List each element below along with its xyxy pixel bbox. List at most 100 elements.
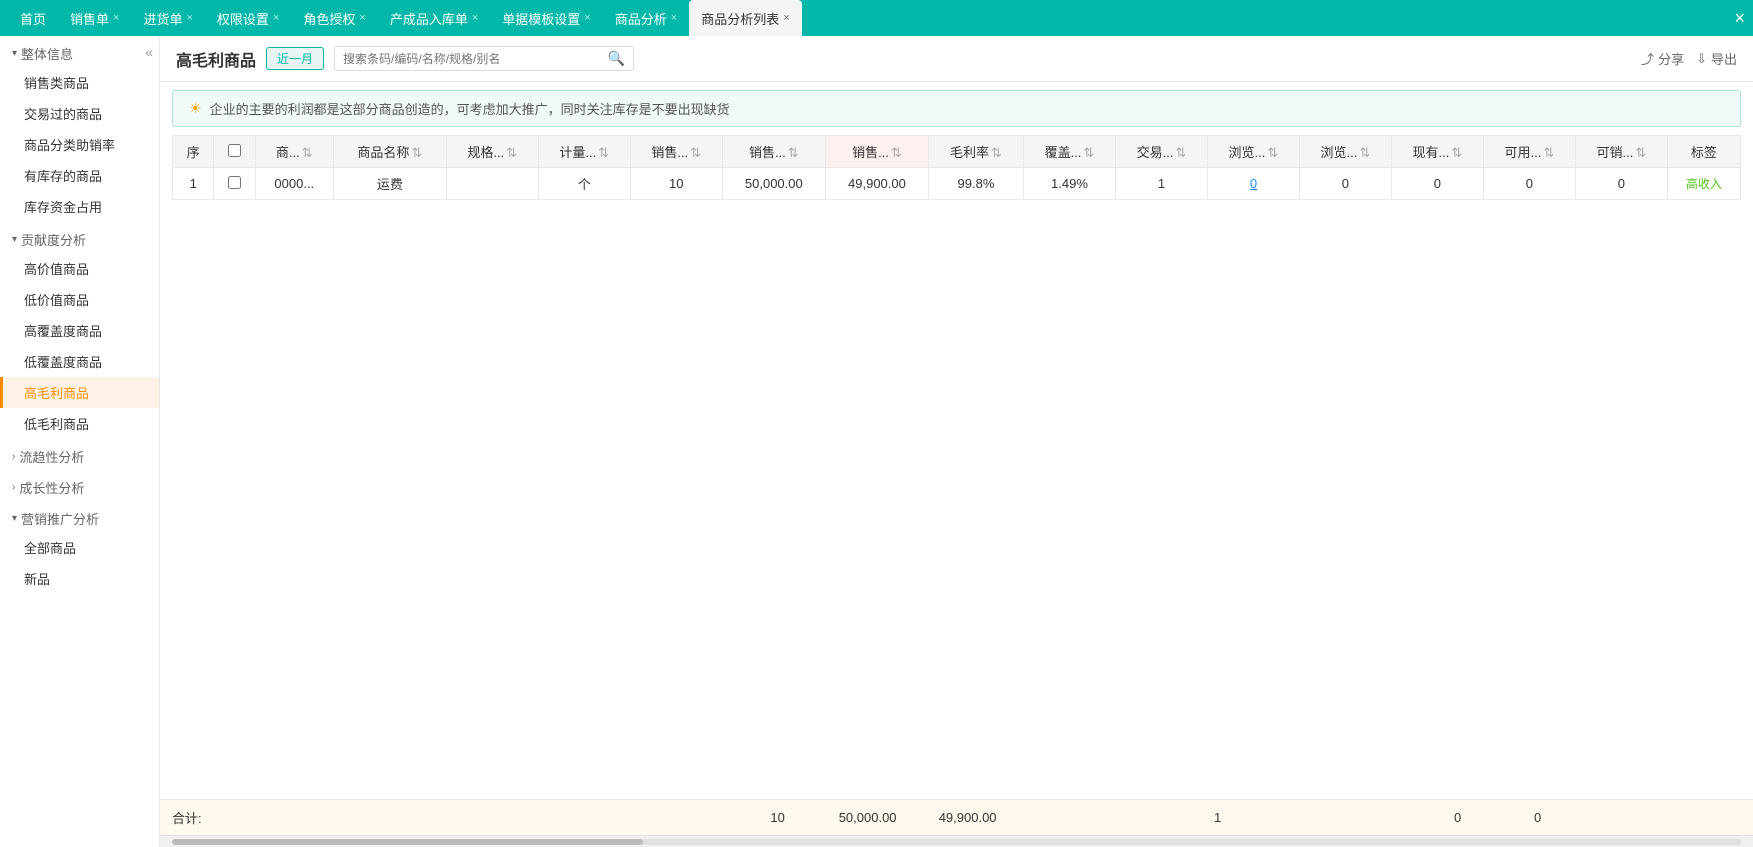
sidebar-item-category-rate[interactable]: 商品分类助销率: [0, 129, 159, 160]
sidebar-item-new-goods[interactable]: 新品: [0, 563, 159, 594]
sidebar-item-high-coverage[interactable]: 高覆盖度商品: [0, 315, 159, 346]
sidebar-group-trend[interactable]: › 流趋性分析: [0, 439, 159, 470]
nav-permission-settings-close[interactable]: ×: [273, 12, 279, 24]
sort-coverage-icon: ⇅: [1083, 145, 1094, 160]
sidebar-collapse-icon[interactable]: «: [145, 44, 153, 60]
col-browse1[interactable]: 浏览...⇅: [1207, 136, 1299, 168]
nav-purchase-order[interactable]: 进货单 ×: [131, 0, 204, 36]
col-sales-profit[interactable]: 销售...⇅: [825, 136, 928, 168]
footer-saleable-stock: 0: [1498, 810, 1578, 825]
sidebar-group-overall-arrow: ▾: [12, 48, 17, 59]
sidebar-group-contribution[interactable]: ▾ 贡献度分析: [0, 222, 159, 253]
sidebar-item-high-value[interactable]: 高价值商品: [0, 253, 159, 284]
col-code[interactable]: 商...⇅: [255, 136, 333, 168]
sort-current-stock-icon: ⇅: [1451, 145, 1462, 160]
cell-transaction: 1: [1115, 168, 1207, 200]
col-spec[interactable]: 规格...⇅: [446, 136, 538, 168]
data-table: 序 商...⇅ 商品名称⇅ 规格...⇅ 计量...⇅ 销售...⇅ 销售...…: [172, 135, 1741, 200]
col-current-stock[interactable]: 现有...⇅: [1391, 136, 1483, 168]
nav-product-inbound-close[interactable]: ×: [472, 12, 478, 24]
search-icon[interactable]: 🔍: [608, 50, 625, 67]
col-sales-amount[interactable]: 销售...⇅: [722, 136, 825, 168]
footer-sales-profit: 49,900.00: [918, 810, 1018, 825]
share-icon: ⤴: [1641, 49, 1654, 68]
nav-home[interactable]: 首页: [8, 0, 58, 36]
sort-sales-qty-icon: ⇅: [690, 145, 701, 160]
scroll-track: [172, 839, 1741, 845]
sidebar-group-contribution-arrow: ▾: [12, 234, 17, 245]
filter-period-button[interactable]: 近一月: [266, 47, 324, 70]
col-sales-qty[interactable]: 销售...⇅: [630, 136, 722, 168]
col-gross-margin[interactable]: 毛利率⇅: [929, 136, 1024, 168]
sidebar-group-marketing-arrow: ▾: [12, 513, 17, 524]
footer-available-stock: 0: [1418, 810, 1498, 825]
footer-transaction: 1: [1178, 810, 1258, 825]
tip-text: 企业的主要的利润都是这部分商品创造的，可考虑加大推广，同时关注库存是不要出现缺货: [210, 99, 730, 118]
window-close-icon[interactable]: ×: [1734, 9, 1745, 27]
nav-template-settings[interactable]: 单据模板设置 ×: [490, 0, 602, 36]
nav-role-auth[interactable]: 角色授权 ×: [291, 0, 377, 36]
sort-browse1-icon: ⇅: [1267, 145, 1278, 160]
row-checkbox[interactable]: [228, 176, 241, 189]
sidebar-item-low-value[interactable]: 低价值商品: [0, 284, 159, 315]
nav-product-inbound[interactable]: 产成品入库单 ×: [378, 0, 490, 36]
col-browse2[interactable]: 浏览...⇅: [1299, 136, 1391, 168]
horizontal-scrollbar[interactable]: [160, 835, 1753, 847]
col-checkbox[interactable]: [214, 136, 255, 168]
sidebar-item-sales-goods[interactable]: 销售类商品: [0, 67, 159, 98]
sort-saleable-stock-icon: ⇅: [1635, 145, 1646, 160]
cell-tag: 高收入: [1667, 168, 1740, 200]
col-name[interactable]: 商品名称⇅: [333, 136, 446, 168]
nav-product-analysis-close[interactable]: ×: [671, 12, 677, 24]
sidebar-item-stocked-goods[interactable]: 有库存的商品: [0, 160, 159, 191]
nav-product-analysis-list[interactable]: 商品分析列表 ×: [689, 0, 801, 36]
sidebar-group-overall[interactable]: ▾ 整体信息: [0, 36, 159, 67]
col-unit[interactable]: 计量...⇅: [538, 136, 630, 168]
sidebar: « ▾ 整体信息 销售类商品 交易过的商品 商品分类助销率 有库存的商品 库存资…: [0, 36, 160, 847]
export-button[interactable]: ⇩ 导出: [1696, 49, 1737, 68]
select-all-checkbox[interactable]: [228, 144, 241, 157]
nav-purchase-order-close[interactable]: ×: [186, 12, 192, 24]
content-area: 高毛利商品 近一月 🔍 ⤴ 分享 ⇩ 导出 ☀ 企业的主要的利润都是这部分商品创…: [160, 36, 1753, 847]
cell-checkbox[interactable]: [214, 168, 255, 200]
sort-spec-icon: ⇅: [506, 145, 517, 160]
nav-product-analysis-list-close[interactable]: ×: [783, 12, 789, 24]
sidebar-item-all-goods[interactable]: 全部商品: [0, 532, 159, 563]
nav-permission-settings[interactable]: 权限设置 ×: [205, 0, 291, 36]
top-navigation: 首页 销售单 × 进货单 × 权限设置 × 角色授权 × 产成品入库单 × 单据…: [0, 0, 1753, 36]
col-tag[interactable]: 标签: [1667, 136, 1740, 168]
nav-role-auth-close[interactable]: ×: [359, 12, 365, 24]
footer-label: 合计:: [172, 808, 202, 827]
tip-banner: ☀ 企业的主要的利润都是这部分商品创造的，可考虑加大推广，同时关注库存是不要出现…: [172, 90, 1741, 127]
sidebar-group-marketing[interactable]: ▾ 营销推广分析: [0, 501, 159, 532]
content-header: 高毛利商品 近一月 🔍 ⤴ 分享 ⇩ 导出: [160, 36, 1753, 82]
sidebar-item-low-margin[interactable]: 低毛利商品: [0, 408, 159, 439]
nav-product-analysis[interactable]: 商品分析 ×: [603, 0, 689, 36]
col-transaction[interactable]: 交易...⇅: [1115, 136, 1207, 168]
cell-name: 运费: [333, 168, 446, 200]
cell-gross-margin: 99.8%: [929, 168, 1024, 200]
nav-template-settings-close[interactable]: ×: [584, 12, 590, 24]
nav-sales-order-close[interactable]: ×: [113, 12, 119, 24]
col-coverage[interactable]: 覆盖...⇅: [1023, 136, 1115, 168]
sidebar-group-growth[interactable]: › 成长性分析: [0, 470, 159, 501]
sidebar-item-high-margin[interactable]: 高毛利商品: [0, 377, 159, 408]
share-button[interactable]: ⤴ 分享: [1641, 49, 1684, 68]
page-title: 高毛利商品: [176, 47, 256, 71]
sidebar-item-stock-capital[interactable]: 库存资金占用: [0, 191, 159, 222]
cell-index: 1: [173, 168, 214, 200]
cell-unit: 个: [538, 168, 630, 200]
footer-sales-amount: 50,000.00: [818, 810, 918, 825]
cell-browse1[interactable]: 0: [1207, 168, 1299, 200]
scroll-thumb[interactable]: [172, 839, 643, 845]
cell-saleable-stock: 0: [1575, 168, 1667, 200]
sidebar-group-trend-arrow: ›: [12, 451, 15, 462]
col-saleable-stock[interactable]: 可销...⇅: [1575, 136, 1667, 168]
sidebar-item-traded-goods[interactable]: 交易过的商品: [0, 98, 159, 129]
table-row: 1 0000... 运费 个 10 50,000.00 49,900.00 99…: [173, 168, 1741, 200]
sidebar-item-low-coverage[interactable]: 低覆盖度商品: [0, 346, 159, 377]
col-available-stock[interactable]: 可用...⇅: [1483, 136, 1575, 168]
search-input[interactable]: [343, 52, 602, 66]
cell-sales-qty: 10: [630, 168, 722, 200]
nav-sales-order[interactable]: 销售单 ×: [58, 0, 131, 36]
